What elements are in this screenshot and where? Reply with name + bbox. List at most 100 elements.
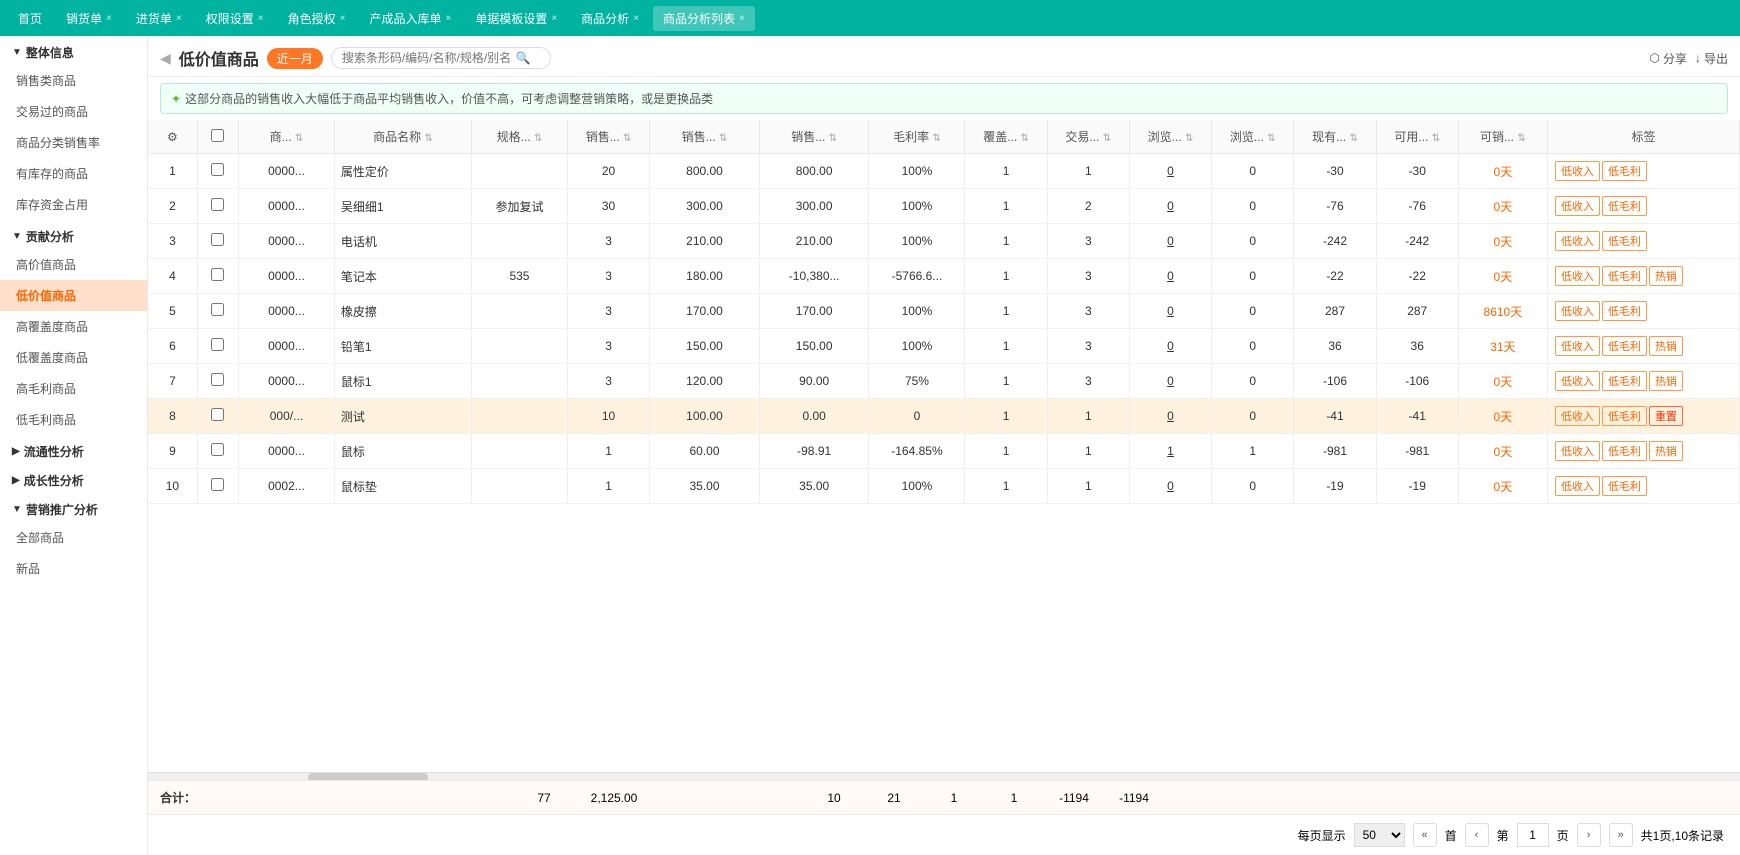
row-checkbox[interactable] bbox=[211, 373, 224, 386]
tag: 重置 bbox=[1649, 406, 1683, 426]
share-button[interactable]: ⬡ 分享 bbox=[1649, 50, 1687, 67]
row-checkbox[interactable] bbox=[211, 233, 224, 246]
pagination-bar: 每页显示 50 100 200 « 首 ‹ 第 页 › » 共1页,10条记录 bbox=[148, 814, 1740, 855]
nav-item-analysis[interactable]: 商品分析 × bbox=[571, 6, 649, 31]
row-checkbox[interactable] bbox=[211, 478, 224, 491]
cell-current: -242 bbox=[1294, 224, 1376, 259]
sidebar-item-sales-category[interactable]: 销售类商品 bbox=[0, 65, 147, 96]
col-name[interactable]: 商品名称 ⇅ bbox=[334, 120, 471, 154]
nav-item-home[interactable]: 首页 bbox=[8, 6, 52, 31]
nav-close-analysis[interactable]: × bbox=[633, 13, 639, 24]
nav-close-sales[interactable]: × bbox=[106, 13, 112, 24]
row-checkbox[interactable] bbox=[211, 303, 224, 316]
view1-link[interactable]: 0 bbox=[1167, 269, 1174, 283]
nav-item-inventory[interactable]: 产成品入库单 × bbox=[359, 6, 461, 31]
cell-sale-cost: 35.00 bbox=[759, 469, 869, 504]
view1-link[interactable]: 0 bbox=[1167, 339, 1174, 353]
row-checkbox[interactable] bbox=[211, 268, 224, 281]
view1-link[interactable]: 0 bbox=[1167, 409, 1174, 423]
sidebar-item-all-products[interactable]: 全部商品 bbox=[0, 522, 147, 553]
row-checkbox[interactable] bbox=[211, 443, 224, 456]
row-checkbox[interactable] bbox=[211, 198, 224, 211]
sidebar-item-high-margin[interactable]: 高毛利商品 bbox=[0, 373, 147, 404]
col-available[interactable]: 可用... ⇅ bbox=[1376, 120, 1458, 154]
sidebar-group-contribution[interactable]: ▼ 贡献分析 bbox=[0, 220, 147, 249]
col-current[interactable]: 现有... ⇅ bbox=[1294, 120, 1376, 154]
col-trade[interactable]: 交易... ⇅ bbox=[1047, 120, 1129, 154]
col-view1[interactable]: 浏览... ⇅ bbox=[1129, 120, 1211, 154]
first-page-btn[interactable]: « bbox=[1413, 823, 1437, 847]
sidebar-group-growth[interactable]: ▶ 成长性分析 bbox=[0, 464, 147, 493]
sidebar-item-in-stock[interactable]: 有库存的商品 bbox=[0, 158, 147, 189]
cell-spec bbox=[471, 329, 567, 364]
sidebar-group-overall[interactable]: ▼ 整体信息 bbox=[0, 36, 147, 65]
collapse-icon-overall: ▼ bbox=[12, 47, 22, 58]
sidebar-group-circulation[interactable]: ▶ 流通性分析 bbox=[0, 435, 147, 464]
nav-close-analysis-list[interactable]: × bbox=[739, 13, 745, 24]
cell-num: 6 bbox=[148, 329, 197, 364]
table-row: 9 0000... 鼠标 1 60.00 -98.91 -164.85% 1 1… bbox=[148, 434, 1740, 469]
prev-page-btn[interactable]: ‹ bbox=[1465, 823, 1489, 847]
sidebar-item-high-coverage[interactable]: 高覆盖度商品 bbox=[0, 311, 147, 342]
footer-sale-amt: 2,125.00 bbox=[574, 791, 654, 805]
nav-close-template[interactable]: × bbox=[551, 13, 557, 24]
nav-close-roles[interactable]: × bbox=[340, 13, 346, 24]
col-saleable[interactable]: 可销... ⇅ bbox=[1458, 120, 1547, 154]
col-sale-qty[interactable]: 销售... ⇅ bbox=[567, 120, 649, 154]
sidebar-group-marketing[interactable]: ▼ 营销推广分析 bbox=[0, 493, 147, 522]
col-sale-cost[interactable]: 销售... ⇅ bbox=[759, 120, 869, 154]
nav-item-template[interactable]: 单据模板设置 × bbox=[465, 6, 567, 31]
row-checkbox[interactable] bbox=[211, 408, 224, 421]
nav-item-sales[interactable]: 销货单 × bbox=[56, 6, 122, 31]
view1-link[interactable]: 0 bbox=[1167, 164, 1174, 178]
sidebar-item-low-coverage[interactable]: 低覆盖度商品 bbox=[0, 342, 147, 373]
per-page-select[interactable]: 50 100 200 bbox=[1354, 823, 1405, 847]
nav-item-permissions[interactable]: 权限设置 × bbox=[196, 6, 274, 31]
sidebar-item-traded[interactable]: 交易过的商品 bbox=[0, 96, 147, 127]
nav-close-permissions[interactable]: × bbox=[258, 13, 264, 24]
cell-saleable: 0天 bbox=[1458, 189, 1547, 224]
view1-link[interactable]: 0 bbox=[1167, 374, 1174, 388]
last-page-btn[interactable]: » bbox=[1609, 823, 1633, 847]
sidebar-item-low-value[interactable]: 低价值商品 bbox=[0, 280, 147, 311]
col-coverage[interactable]: 覆盖... ⇅ bbox=[965, 120, 1047, 154]
nav-item-roles[interactable]: 角色授权 × bbox=[278, 6, 356, 31]
next-page-btn[interactable]: › bbox=[1577, 823, 1601, 847]
view1-link[interactable]: 0 bbox=[1167, 479, 1174, 493]
sidebar-item-stock-capital[interactable]: 库存资金占用 bbox=[0, 189, 147, 220]
cell-available: -981 bbox=[1376, 434, 1458, 469]
sidebar-item-high-value[interactable]: 高价值商品 bbox=[0, 249, 147, 280]
col-sale-amt[interactable]: 销售... ⇅ bbox=[650, 120, 760, 154]
sidebar-collapse-btn[interactable]: ◀ bbox=[160, 50, 171, 67]
export-button[interactable]: ↓ 导出 bbox=[1695, 50, 1728, 67]
col-settings[interactable]: ⚙ bbox=[148, 120, 197, 154]
sidebar-item-new-products[interactable]: 新品 bbox=[0, 553, 147, 584]
cell-available: -106 bbox=[1376, 364, 1458, 399]
cell-available: 287 bbox=[1376, 294, 1458, 329]
view1-link[interactable]: 0 bbox=[1167, 304, 1174, 318]
cell-num: 4 bbox=[148, 259, 197, 294]
nav-item-purchase[interactable]: 进货单 × bbox=[126, 6, 192, 31]
search-input[interactable] bbox=[342, 51, 512, 65]
view1-link[interactable]: 0 bbox=[1167, 199, 1174, 213]
nav-close-purchase[interactable]: × bbox=[176, 13, 182, 24]
nav-item-analysis-list[interactable]: 商品分析列表 × bbox=[653, 6, 755, 31]
col-code[interactable]: 商... ⇅ bbox=[238, 120, 334, 154]
page-number-input[interactable] bbox=[1517, 823, 1549, 847]
sidebar-item-category-sales-rate[interactable]: 商品分类销售率 bbox=[0, 127, 147, 158]
col-gross-rate[interactable]: 毛利率 ⇅ bbox=[869, 120, 965, 154]
search-icon[interactable]: 🔍 bbox=[516, 51, 531, 65]
col-view2[interactable]: 浏览... ⇅ bbox=[1212, 120, 1294, 154]
row-checkbox[interactable] bbox=[211, 163, 224, 176]
sidebar-item-low-margin[interactable]: 低毛利商品 bbox=[0, 404, 147, 435]
select-all-checkbox[interactable] bbox=[211, 129, 224, 142]
filter-button[interactable]: 近一月 bbox=[267, 48, 323, 69]
row-checkbox[interactable] bbox=[211, 338, 224, 351]
nav-close-inventory[interactable]: × bbox=[445, 13, 451, 24]
view1-link[interactable]: 0 bbox=[1167, 234, 1174, 248]
cell-view1: 0 bbox=[1129, 259, 1211, 294]
cell-available: -30 bbox=[1376, 154, 1458, 189]
col-spec[interactable]: 规格... ⇅ bbox=[471, 120, 567, 154]
scrollbar-area[interactable] bbox=[148, 772, 1740, 780]
view1-link[interactable]: 1 bbox=[1167, 444, 1174, 458]
